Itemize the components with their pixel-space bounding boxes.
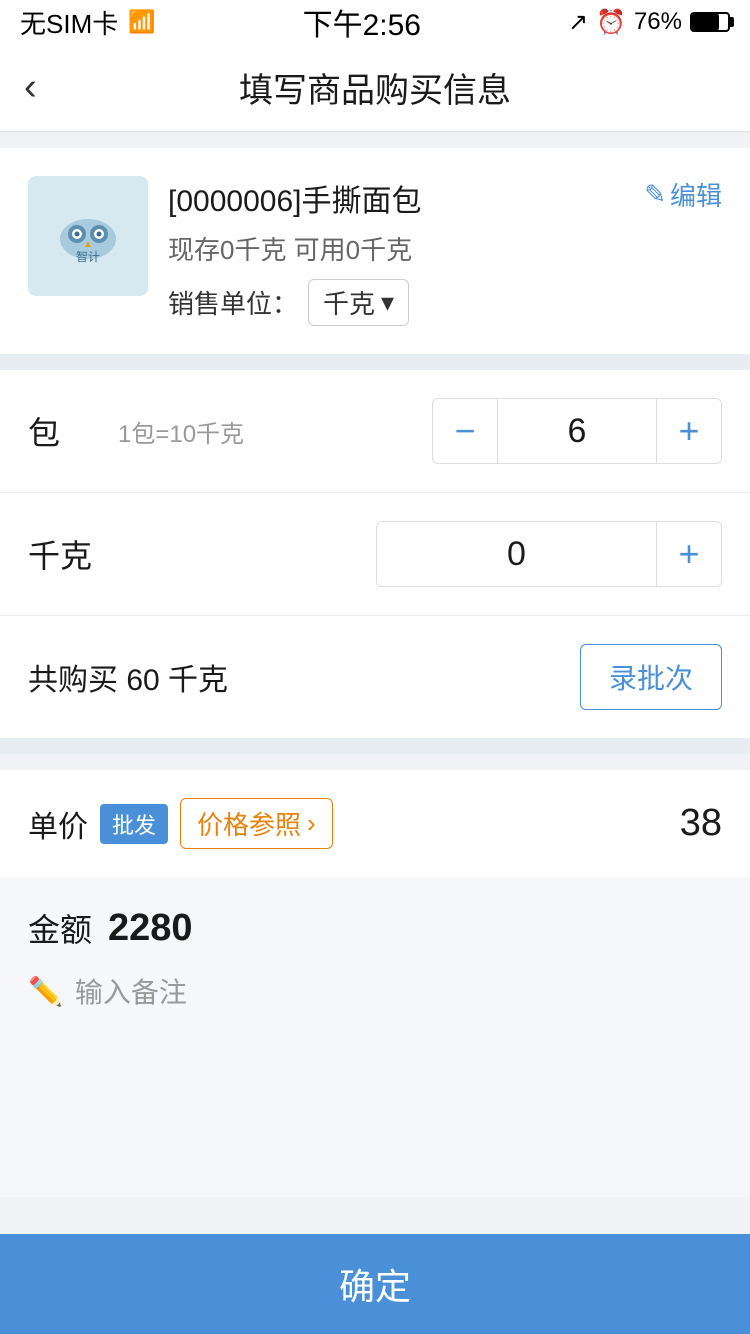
edit-icon: ✎ [644, 179, 666, 210]
amount-value: 2280 [108, 907, 193, 950]
package-minus-button[interactable]: − [433, 399, 497, 463]
wifi-icon: 📶 [128, 9, 155, 35]
page-title: 填写商品购买信息 [239, 63, 511, 112]
stock-info: 现存0千克 可用0千克 [168, 230, 722, 267]
amount-section: 金额 2280 ✏️ 输入备注 [0, 877, 750, 1197]
kilogram-input-row: 千克 + [0, 493, 750, 616]
edit-label: 编辑 [670, 176, 722, 213]
price-section: 单价 批发 价格参照 › 38 [0, 770, 750, 877]
main-content: 智计 [0000006]手撕面包 ✎ 编辑 现存0千克 可用0千克 销售单位： … [0, 148, 750, 1297]
status-bar: 无SIM卡 📶 下午2:56 ↗ ⏰ 76% [0, 0, 750, 44]
price-ref-button[interactable]: 价格参照 › [180, 798, 333, 849]
back-button[interactable]: ‹ [24, 66, 37, 109]
chevron-down-icon: ▾ [381, 287, 394, 318]
package-label: 包 [28, 408, 108, 454]
carrier-text: 无SIM卡 [20, 4, 118, 41]
summary-text: 共购买 60 千克 [28, 655, 228, 699]
product-card: 智计 [0000006]手撕面包 ✎ 编辑 现存0千克 可用0千克 销售单位： … [0, 148, 750, 354]
package-hint: 1包=10千克 [118, 414, 432, 449]
kilogram-stepper: + [376, 521, 722, 587]
unit-select[interactable]: 千克 ▾ [308, 279, 409, 326]
product-name: [0000006]手撕面包 [168, 176, 421, 220]
divider-2 [0, 738, 750, 754]
pencil-icon: ✏️ [28, 975, 63, 1008]
status-time: 下午2:56 [303, 0, 421, 44]
location-icon: ↗ [568, 8, 588, 37]
kilogram-plus-button[interactable]: + [657, 522, 721, 586]
product-image: 智计 [28, 176, 148, 296]
kilogram-label: 千克 [28, 531, 108, 577]
batch-button[interactable]: 录批次 [580, 644, 722, 710]
summary-row: 共购买 60 千克 录批次 [0, 616, 750, 738]
nav-bar: ‹ 填写商品购买信息 [0, 44, 750, 132]
price-ref-label: 价格参照 [197, 805, 301, 842]
status-left: 无SIM卡 📶 [20, 4, 156, 41]
chevron-right-icon: › [307, 808, 316, 839]
package-input[interactable] [497, 399, 657, 463]
package-input-row: 包 1包=10千克 − + [0, 370, 750, 493]
remark-placeholder: 输入备注 [75, 971, 187, 1011]
kilogram-input[interactable] [377, 522, 657, 586]
confirm-button[interactable]: 确定 [339, 1258, 411, 1310]
input-section: 包 1包=10千克 − + 千克 + 共购买 60 千克 录批次 [0, 370, 750, 738]
battery-percent: 76% [634, 8, 682, 36]
status-right: ↗ ⏰ 76% [568, 8, 730, 37]
amount-label: 金额 [28, 905, 92, 951]
remark-row[interactable]: ✏️ 输入备注 [28, 971, 722, 1011]
price-label: 单价 [28, 802, 88, 846]
divider-1 [0, 354, 750, 370]
unit-value: 千克 [323, 284, 375, 321]
package-plus-button[interactable]: + [657, 399, 721, 463]
product-info: [0000006]手撕面包 ✎ 编辑 现存0千克 可用0千克 销售单位： 千克 … [168, 176, 722, 326]
unit-label: 销售单位： [168, 284, 298, 321]
package-stepper: − + [432, 398, 722, 464]
edit-button[interactable]: ✎ 编辑 [644, 176, 722, 213]
amount-row: 金额 2280 [28, 905, 722, 951]
price-left: 单价 批发 价格参照 › [28, 798, 333, 849]
product-thumbnail-icon: 智计 [53, 209, 123, 264]
unit-row: 销售单位： 千克 ▾ [168, 279, 722, 326]
footer[interactable]: 确定 [0, 1234, 750, 1334]
price-value: 38 [680, 802, 722, 845]
product-name-row: [0000006]手撕面包 ✎ 编辑 [168, 176, 722, 220]
alarm-icon: ⏰ [596, 8, 626, 37]
price-tag: 批发 [100, 804, 168, 844]
battery-icon [690, 12, 730, 32]
svg-text:智计: 智计 [76, 249, 100, 264]
